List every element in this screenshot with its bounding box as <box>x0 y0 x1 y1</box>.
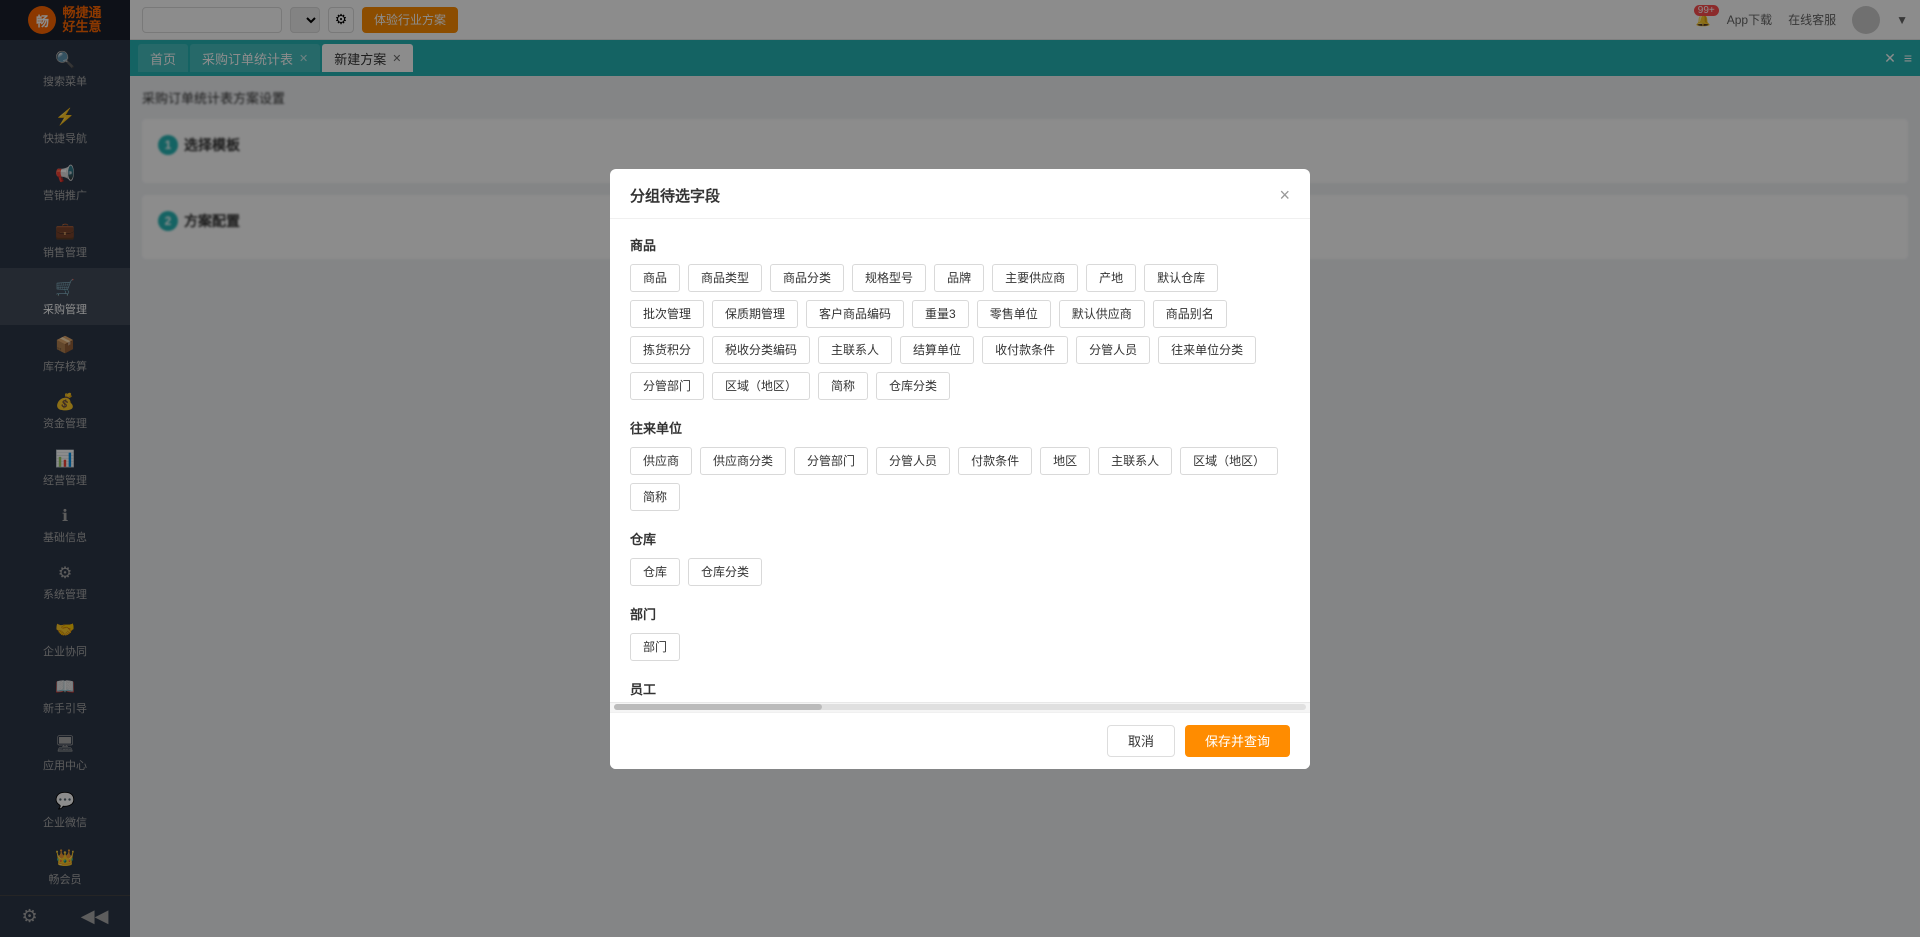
scrollbar-track <box>614 704 1306 710</box>
modal-header: 分组待选字段 × <box>610 169 1310 219</box>
field-tag-0-0[interactable]: 商品 <box>630 264 680 292</box>
field-tag-0-17[interactable]: 主联系人 <box>818 336 892 364</box>
section-title-1: 往来单位 <box>630 418 1290 437</box>
field-tag-0-23[interactable]: 区域（地区） <box>712 372 810 400</box>
field-tag-0-12[interactable]: 零售单位 <box>977 300 1051 328</box>
field-tags-3: 部门 <box>630 633 1290 661</box>
field-tag-1-2[interactable]: 分管部门 <box>794 447 868 475</box>
field-section-3: 部门部门 <box>630 604 1290 661</box>
field-tag-0-5[interactable]: 主要供应商 <box>992 264 1078 292</box>
field-tag-0-4[interactable]: 品牌 <box>934 264 984 292</box>
field-tag-0-20[interactable]: 分管人员 <box>1076 336 1150 364</box>
section-title-0: 商品 <box>630 235 1290 254</box>
field-tag-0-2[interactable]: 商品分类 <box>770 264 844 292</box>
field-tag-2-0[interactable]: 仓库 <box>630 558 680 586</box>
field-tag-0-1[interactable]: 商品类型 <box>688 264 762 292</box>
field-tag-1-4[interactable]: 付款条件 <box>958 447 1032 475</box>
field-tag-0-15[interactable]: 拣货积分 <box>630 336 704 364</box>
modal-close-button[interactable]: × <box>1279 185 1290 206</box>
modal-title: 分组待选字段 <box>630 185 720 206</box>
field-tag-0-7[interactable]: 默认仓库 <box>1144 264 1218 292</box>
field-tag-1-5[interactable]: 地区 <box>1040 447 1090 475</box>
modal-footer: 取消 保存并查询 <box>610 712 1310 769</box>
field-tags-2: 仓库仓库分类 <box>630 558 1290 586</box>
field-section-0: 商品商品商品类型商品分类规格型号品牌主要供应商产地默认仓库批次管理保质期管理客户… <box>630 235 1290 400</box>
field-tag-0-22[interactable]: 分管部门 <box>630 372 704 400</box>
section-title-3: 部门 <box>630 604 1290 623</box>
field-section-1: 往来单位供应商供应商分类分管部门分管人员付款条件地区主联系人区域（地区） 简称 <box>630 418 1290 511</box>
field-tag-0-18[interactable]: 结算单位 <box>900 336 974 364</box>
field-tag-0-21[interactable]: 往来单位分类 <box>1158 336 1256 364</box>
field-tag-0-25[interactable]: 仓库分类 <box>876 372 950 400</box>
confirm-button[interactable]: 保存并查询 <box>1185 725 1290 757</box>
scrollbar-thumb <box>614 704 822 710</box>
field-tag-0-9[interactable]: 保质期管理 <box>712 300 798 328</box>
field-tag-1-0[interactable]: 供应商 <box>630 447 692 475</box>
field-tag-0-10[interactable]: 客户商品编码 <box>806 300 904 328</box>
field-tag-1-3[interactable]: 分管人员 <box>876 447 950 475</box>
field-tag-1-6[interactable]: 主联系人 <box>1098 447 1172 475</box>
cancel-button[interactable]: 取消 <box>1107 725 1175 757</box>
field-tags-1: 供应商供应商分类分管部门分管人员付款条件地区主联系人区域（地区） 简称 <box>630 447 1290 511</box>
field-tag-1-7[interactable]: 区域（地区） <box>1180 447 1278 475</box>
field-tag-1-8[interactable]: 简称 <box>630 483 680 511</box>
field-tag-0-16[interactable]: 税收分类编码 <box>712 336 810 364</box>
field-tag-0-8[interactable]: 批次管理 <box>630 300 704 328</box>
field-tags-0: 商品商品类型商品分类规格型号品牌主要供应商产地默认仓库批次管理保质期管理客户商品… <box>630 264 1290 400</box>
field-tag-2-1[interactable]: 仓库分类 <box>688 558 762 586</box>
section-title-4: 员工 <box>630 679 1290 698</box>
field-tag-0-19[interactable]: 收付款条件 <box>982 336 1068 364</box>
field-tag-0-3[interactable]: 规格型号 <box>852 264 926 292</box>
field-section-2: 仓库仓库仓库分类 <box>630 529 1290 586</box>
field-tag-0-6[interactable]: 产地 <box>1086 264 1136 292</box>
field-tag-1-1[interactable]: 供应商分类 <box>700 447 786 475</box>
field-tag-0-24[interactable]: 简称 <box>818 372 868 400</box>
modal-body[interactable]: 商品商品商品类型商品分类规格型号品牌主要供应商产地默认仓库批次管理保质期管理客户… <box>610 219 1310 703</box>
field-tag-0-14[interactable]: 商品别名 <box>1153 300 1227 328</box>
field-tag-0-13[interactable]: 默认供应商 <box>1059 300 1145 328</box>
field-selection-modal: 分组待选字段 × 商品商品商品类型商品分类规格型号品牌主要供应商产地默认仓库批次… <box>610 169 1310 769</box>
field-section-4: 员工业务员 <box>630 679 1290 703</box>
modal-overlay: 分组待选字段 × 商品商品商品类型商品分类规格型号品牌主要供应商产地默认仓库批次… <box>0 0 1920 937</box>
field-tag-3-0[interactable]: 部门 <box>630 633 680 661</box>
horizontal-scrollbar[interactable] <box>610 702 1310 711</box>
section-title-2: 仓库 <box>630 529 1290 548</box>
field-tag-0-11[interactable]: 重量3 <box>912 300 969 328</box>
